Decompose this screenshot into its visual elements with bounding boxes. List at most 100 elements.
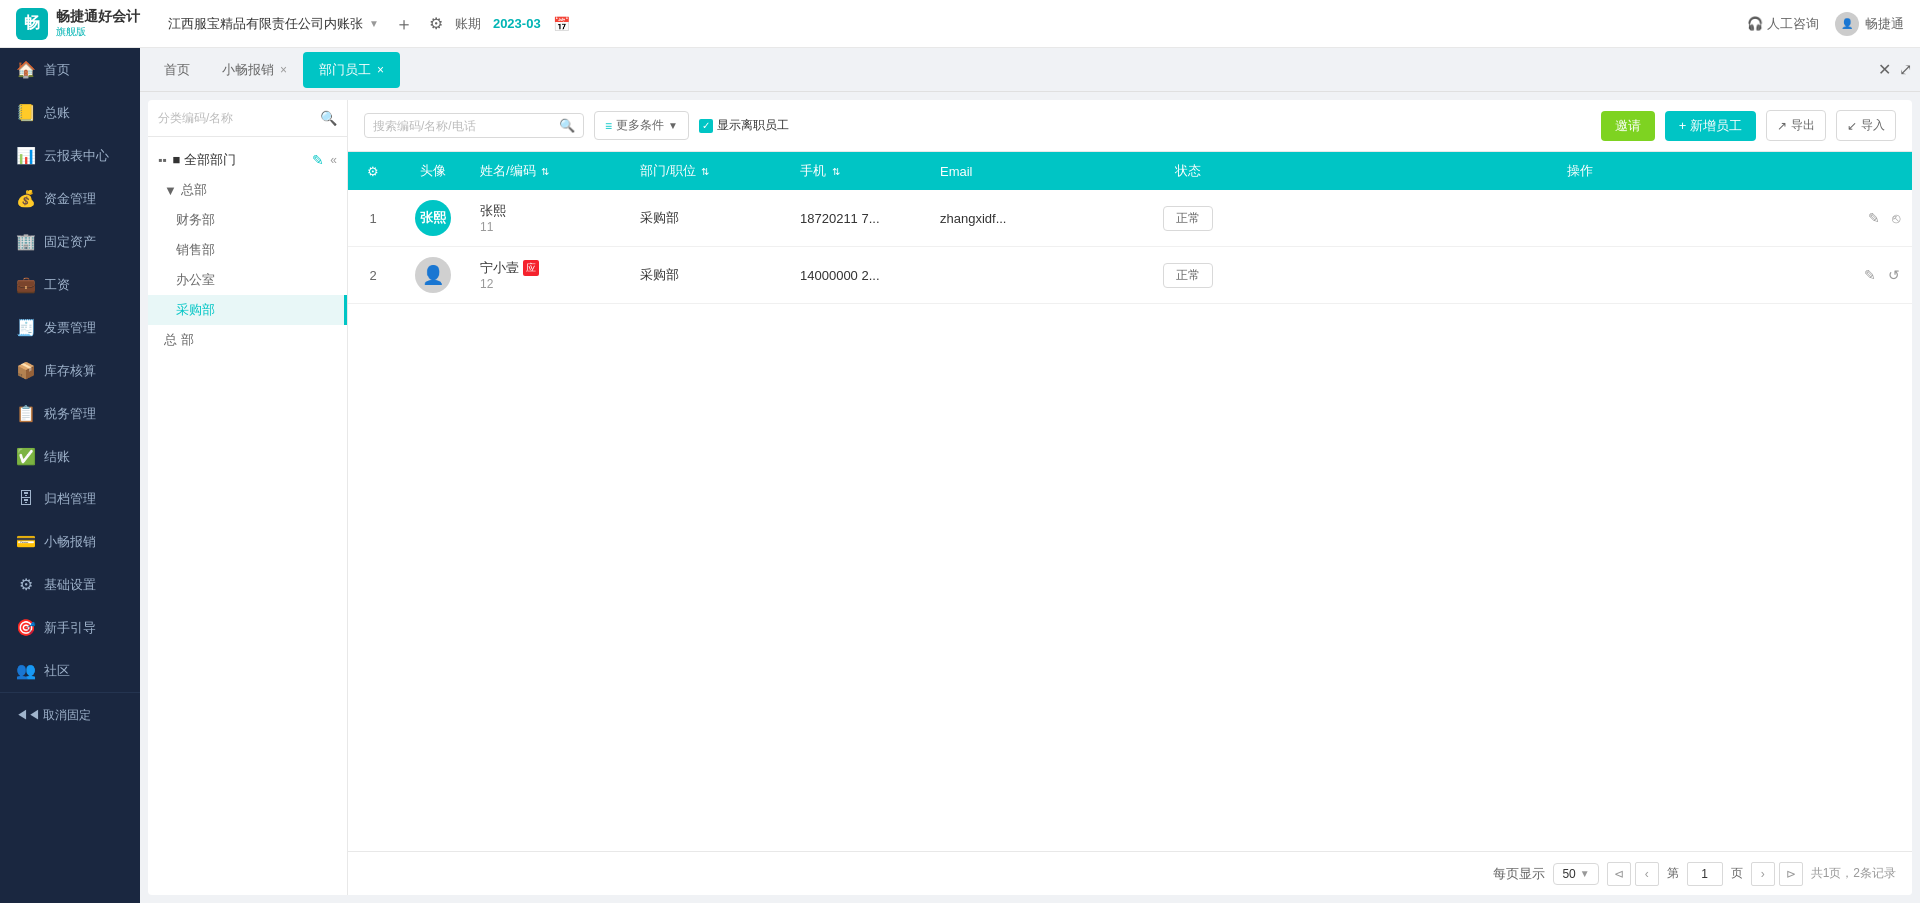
assets-icon: 🏢 — [16, 232, 36, 251]
sidebar-item-tax[interactable]: 📋 税务管理 — [0, 392, 140, 435]
add-employee-button[interactable]: + 新增员工 — [1665, 111, 1756, 141]
dept-all-label: ■ 全部部门 — [173, 151, 307, 169]
dept-edit-icon[interactable]: ✎ — [312, 152, 324, 168]
company-name: 江西服宝精品有限责任公司内账张 — [168, 15, 363, 33]
sidebar-item-guide[interactable]: 🎯 新手引导 — [0, 606, 140, 649]
user-area[interactable]: 👤 畅捷通 — [1835, 12, 1904, 36]
show-resigned-toggle[interactable]: ✓ 显示离职员工 — [699, 117, 789, 134]
sidebar-item-salary[interactable]: 💼 工资 — [0, 263, 140, 306]
app-sub: 旗舰版 — [56, 25, 140, 39]
tab-label: 部门员工 — [319, 61, 371, 79]
sidebar-item-invoice[interactable]: 🧾 发票管理 — [0, 306, 140, 349]
edit-icon[interactable]: ✎ — [1868, 210, 1880, 226]
dept-child-sales[interactable]: 销售部 — [148, 235, 347, 265]
support-button[interactable]: 🎧 人工咨询 — [1747, 15, 1819, 33]
left-panel: 🔍 ▪▪ ■ 全部部门 ✎ « ▼ 总部 财务部 — [148, 100, 348, 895]
export-icon: ↗ — [1777, 119, 1787, 133]
phone-cell: 14000000 2... — [788, 247, 928, 304]
tab-bar-actions: ✕ ⤢ — [1878, 60, 1912, 79]
employee-name: 张熙 — [480, 202, 616, 220]
chevron-down-icon: ▼ — [369, 18, 379, 29]
dept-tree: ▪▪ ■ 全部部门 ✎ « ▼ 总部 财务部 销售部 办公室 采购部 — [148, 137, 347, 895]
search-input[interactable] — [373, 119, 555, 133]
sidebar-item-more[interactable]: 👥 社区 — [0, 649, 140, 692]
export-button[interactable]: ↗ 导出 — [1766, 110, 1826, 141]
col-settings[interactable]: ⚙ — [348, 152, 398, 190]
dept-grid-icon: ▪▪ — [158, 153, 167, 167]
tab-label: 首页 — [164, 61, 190, 79]
refresh-icon[interactable]: ↺ — [1888, 267, 1900, 283]
expense-icon: 💳 — [16, 532, 36, 551]
sidebar-item-funds[interactable]: 💰 资金管理 — [0, 177, 140, 220]
ledger-icon: 📒 — [16, 103, 36, 122]
col-phone[interactable]: 手机 ⇅ — [788, 152, 928, 190]
dept-child-finance[interactable]: 财务部 — [148, 205, 347, 235]
dept-child-office[interactable]: 办公室 — [148, 265, 347, 295]
unpin-button[interactable]: ◀◀ 取消固定 — [0, 701, 140, 730]
sidebar-item-close[interactable]: ✅ 结账 — [0, 435, 140, 478]
tab-home[interactable]: 首页 — [148, 52, 206, 88]
email-cell: zhangxidf... — [928, 190, 1128, 247]
top-header: 畅 畅捷通好会计 旗舰版 江西服宝精品有限责任公司内账张 ▼ ＋ ⚙ 账期 20… — [0, 0, 1920, 48]
dept-all-header[interactable]: ▪▪ ■ 全部部门 ✎ « — [148, 145, 347, 175]
sidebar-item-settings[interactable]: ⚙ 基础设置 — [0, 563, 140, 606]
invite-button[interactable]: 邀请 — [1601, 111, 1655, 141]
row-num: 1 — [348, 190, 398, 247]
tab-label: 小畅报销 — [222, 61, 274, 79]
col-name[interactable]: 姓名/编码 ⇅ — [468, 152, 628, 190]
page-input[interactable] — [1687, 862, 1723, 886]
dept-child-purchase[interactable]: 采购部 — [148, 295, 347, 325]
logout-icon[interactable]: ⎋ — [1892, 210, 1900, 226]
minimize-button[interactable]: ✕ — [1878, 60, 1891, 79]
dept-triangle-icon: ▼ — [164, 183, 177, 198]
tab-close-icon[interactable]: × — [280, 63, 287, 77]
dept-search-input[interactable] — [158, 111, 316, 125]
avatar-cell: 👤 — [398, 247, 468, 304]
community-icon: 👥 — [16, 661, 36, 680]
sidebar-bottom: ◀◀ 取消固定 — [0, 692, 140, 738]
per-page-chevron-icon: ▼ — [1580, 868, 1590, 879]
sidebar-item-inventory[interactable]: 📦 库存核算 — [0, 349, 140, 392]
edit-icon[interactable]: ✎ — [1864, 267, 1876, 283]
reports-icon: 📊 — [16, 146, 36, 165]
per-page-select[interactable]: 50 ▼ — [1553, 863, 1598, 885]
sidebar-item-reports[interactable]: 📊 云报表中心 — [0, 134, 140, 177]
avatar-placeholder-icon: 👤 — [422, 264, 444, 286]
settings-icon[interactable]: ⚙ — [429, 14, 443, 33]
status-cell: 正常 — [1128, 247, 1248, 304]
dept-search-icon[interactable]: 🔍 — [320, 110, 337, 126]
employee-table: ⚙ 头像 姓名/编码 ⇅ 部门/职位 ⇅ 手机 ⇅ — [348, 152, 1912, 304]
tab-expense[interactable]: 小畅报销 × — [206, 52, 303, 88]
tab-dept-employee[interactable]: 部门员工 × — [303, 52, 400, 88]
sidebar-item-general-ledger[interactable]: 📒 总账 — [0, 91, 140, 134]
tab-close-active-icon[interactable]: × — [377, 63, 384, 77]
col-dept[interactable]: 部门/职位 ⇅ — [628, 152, 788, 190]
first-page-button[interactable]: ⊲ — [1607, 862, 1631, 886]
page-nav: ⊲ ‹ 第 页 › ⊳ — [1607, 862, 1803, 886]
sidebar-item-label: 社区 — [44, 662, 70, 680]
gear-icon: ⚙ — [16, 575, 36, 594]
prev-page-button[interactable]: ‹ — [1635, 862, 1659, 886]
dept-parent-head: ▼ 总部 — [148, 175, 347, 205]
company-selector[interactable]: 江西服宝精品有限责任公司内账张 ▼ — [168, 15, 379, 33]
add-tab-button[interactable]: ＋ — [395, 12, 413, 36]
last-page-button[interactable]: ⊳ — [1779, 862, 1803, 886]
import-button[interactable]: ↙ 导入 — [1836, 110, 1896, 141]
sidebar-item-fixed-assets[interactable]: 🏢 固定资产 — [0, 220, 140, 263]
avatar-cell: 张熙 — [398, 190, 468, 247]
sidebar-item-xiaochang[interactable]: 💳 小畅报销 — [0, 520, 140, 563]
sidebar-item-archive[interactable]: 🗄 归档管理 — [0, 478, 140, 520]
maximize-button[interactable]: ⤢ — [1899, 60, 1912, 79]
unpin-label: ◀◀ 取消固定 — [16, 707, 91, 724]
dept-child-hq[interactable]: 总 部 — [148, 325, 347, 355]
export-label: 导出 — [1791, 117, 1815, 134]
name-cell: 张熙 11 — [468, 190, 628, 247]
sidebar-item-home[interactable]: 🏠 首页 — [0, 48, 140, 91]
dept-collapse-icon[interactable]: « — [330, 153, 337, 167]
next-page-button[interactable]: › — [1751, 862, 1775, 886]
filter-button[interactable]: ≡ 更多条件 ▼ — [594, 111, 689, 140]
search-icon[interactable]: 🔍 — [559, 118, 575, 133]
action-cell: ✎ ↺ — [1248, 247, 1912, 304]
calendar-icon[interactable]: 📅 — [553, 16, 570, 32]
app-title: 畅捷通好会计 — [56, 8, 140, 25]
